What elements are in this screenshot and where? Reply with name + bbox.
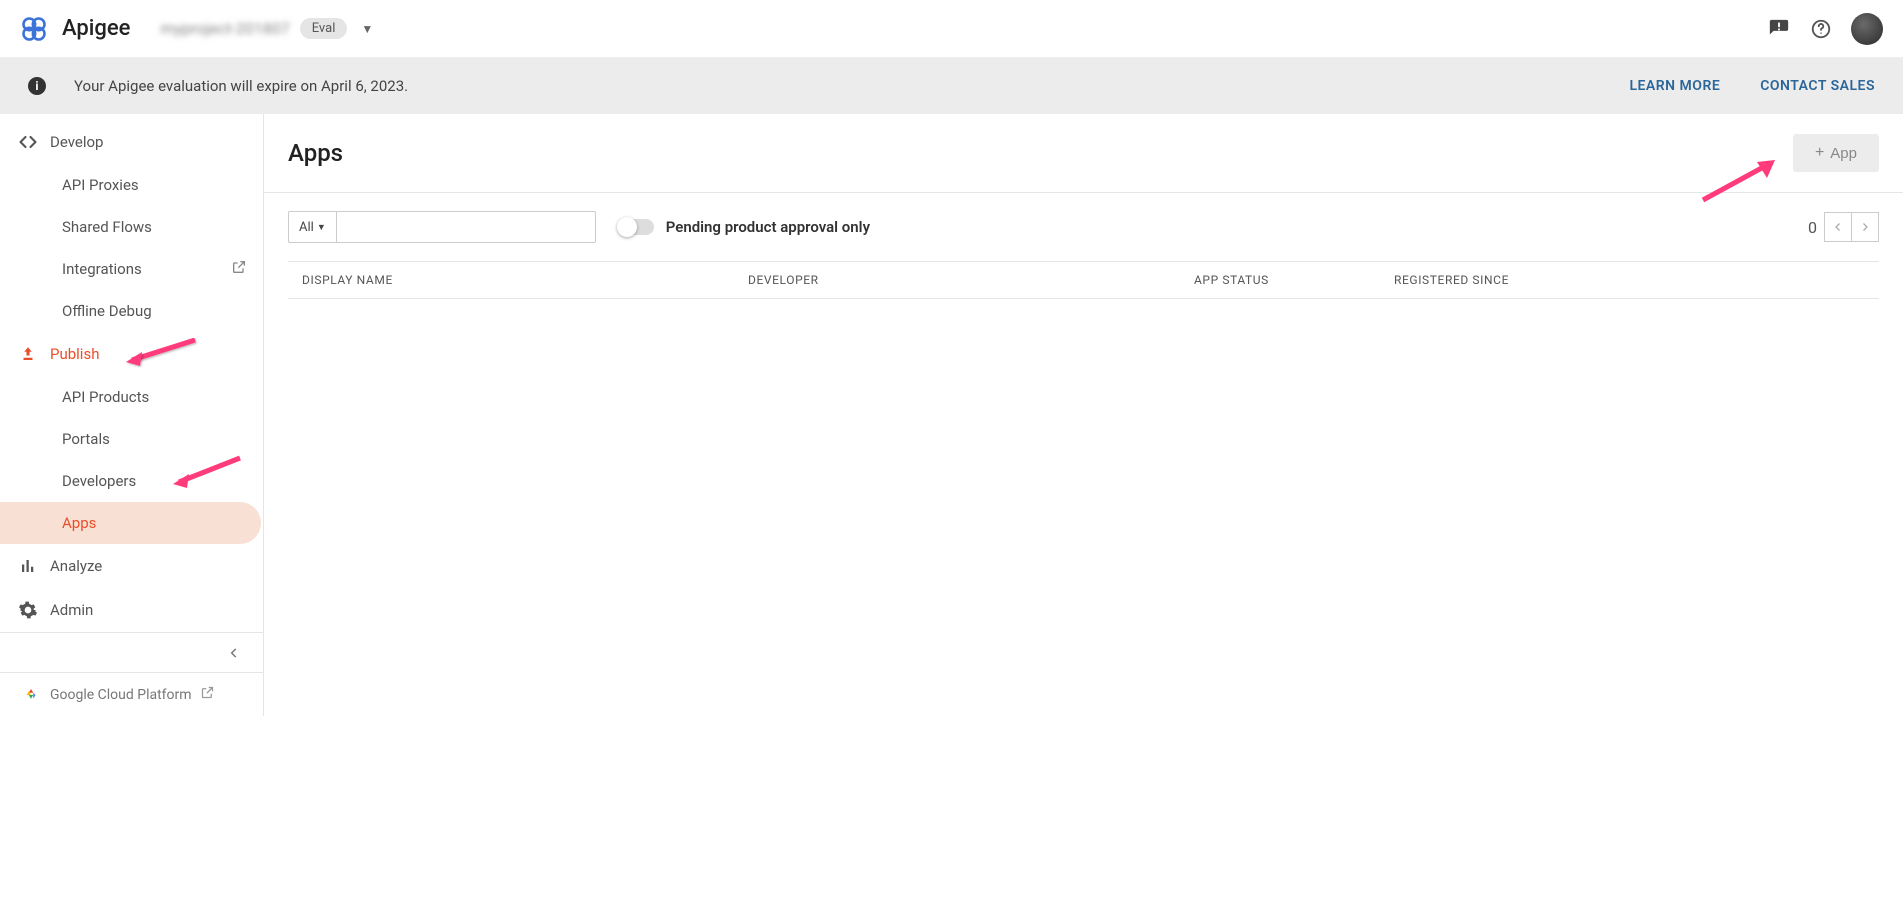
top-header: Apigee myproject-201807 Eval ▼ bbox=[0, 0, 1903, 58]
contact-sales-link[interactable]: CONTACT SALES bbox=[1760, 78, 1875, 94]
search-input[interactable] bbox=[336, 211, 596, 243]
brand-name: Apigee bbox=[62, 16, 130, 41]
external-link-icon bbox=[231, 259, 247, 279]
learn-more-link[interactable]: LEARN MORE bbox=[1629, 78, 1720, 94]
sidebar-label: Develop bbox=[50, 133, 103, 151]
sidebar-item-api-products[interactable]: API Products bbox=[0, 376, 263, 418]
apigee-logo-icon bbox=[20, 15, 48, 43]
help-icon[interactable] bbox=[1809, 17, 1833, 41]
add-app-button[interactable]: + App bbox=[1793, 134, 1879, 172]
sidebar: Develop API Proxies Shared Flows Integra… bbox=[0, 114, 264, 716]
filter-select[interactable]: All▼ bbox=[288, 211, 336, 243]
sidebar-section-publish[interactable]: Publish bbox=[0, 332, 263, 376]
sidebar-section-admin[interactable]: Admin bbox=[0, 588, 263, 632]
analyze-icon bbox=[16, 557, 40, 575]
sidebar-item-offline-debug[interactable]: Offline Debug bbox=[0, 290, 263, 332]
eval-banner: i Your Apigee evaluation will expire on … bbox=[0, 58, 1903, 114]
col-app-status[interactable]: APP STATUS bbox=[1180, 273, 1380, 287]
sidebar-item-api-proxies[interactable]: API Proxies bbox=[0, 164, 263, 206]
table-header: DISPLAY NAME DEVELOPER APP STATUS REGIST… bbox=[288, 261, 1879, 299]
info-icon: i bbox=[28, 77, 46, 95]
develop-icon bbox=[16, 132, 40, 152]
pending-approval-toggle[interactable] bbox=[618, 219, 654, 235]
eval-badge: Eval bbox=[300, 18, 348, 39]
sidebar-label: Admin bbox=[50, 601, 93, 619]
sidebar-section-analyze[interactable]: Analyze bbox=[0, 544, 263, 588]
project-name[interactable]: myproject-201807 bbox=[160, 19, 289, 38]
result-count: 0 bbox=[1808, 218, 1817, 237]
pager-prev-button[interactable] bbox=[1824, 212, 1852, 242]
annotation-arrow-icon bbox=[120, 336, 200, 372]
gcp-logo-icon bbox=[22, 686, 40, 704]
external-link-icon bbox=[200, 685, 215, 704]
pager-next-button[interactable] bbox=[1851, 212, 1879, 242]
col-registered-since[interactable]: REGISTERED SINCE bbox=[1380, 273, 1879, 287]
col-display-name[interactable]: DISPLAY NAME bbox=[288, 273, 734, 287]
project-dropdown-icon[interactable]: ▼ bbox=[361, 22, 373, 36]
gear-icon bbox=[16, 600, 40, 620]
sidebar-section-develop[interactable]: Develop bbox=[0, 120, 263, 164]
sidebar-item-apps[interactable]: Apps bbox=[0, 502, 261, 544]
sidebar-item-portals[interactable]: Portals bbox=[0, 418, 263, 460]
sidebar-item-developers[interactable]: Developers bbox=[0, 460, 263, 502]
sidebar-label: Analyze bbox=[50, 557, 102, 575]
banner-text: Your Apigee evaluation will expire on Ap… bbox=[74, 77, 408, 95]
sidebar-collapse-button[interactable] bbox=[0, 632, 263, 672]
caret-down-icon: ▼ bbox=[317, 222, 326, 233]
feedback-icon[interactable] bbox=[1767, 17, 1791, 41]
main-content: Apps + App All▼ Pending product approval… bbox=[264, 114, 1903, 716]
gcp-link[interactable]: Google Cloud Platform bbox=[0, 672, 263, 716]
sidebar-item-shared-flows[interactable]: Shared Flows bbox=[0, 206, 263, 248]
publish-icon bbox=[16, 345, 40, 363]
toolbar: All▼ Pending product approval only 0 bbox=[288, 211, 1879, 243]
col-developer[interactable]: DEVELOPER bbox=[734, 273, 1180, 287]
sidebar-label: Publish bbox=[50, 345, 99, 363]
annotation-arrow-icon bbox=[165, 454, 245, 494]
sidebar-item-integrations[interactable]: Integrations bbox=[0, 248, 263, 290]
toggle-label: Pending product approval only bbox=[666, 218, 870, 236]
avatar[interactable] bbox=[1851, 13, 1883, 45]
plus-icon: + bbox=[1815, 144, 1824, 162]
page-title: Apps bbox=[288, 139, 343, 167]
